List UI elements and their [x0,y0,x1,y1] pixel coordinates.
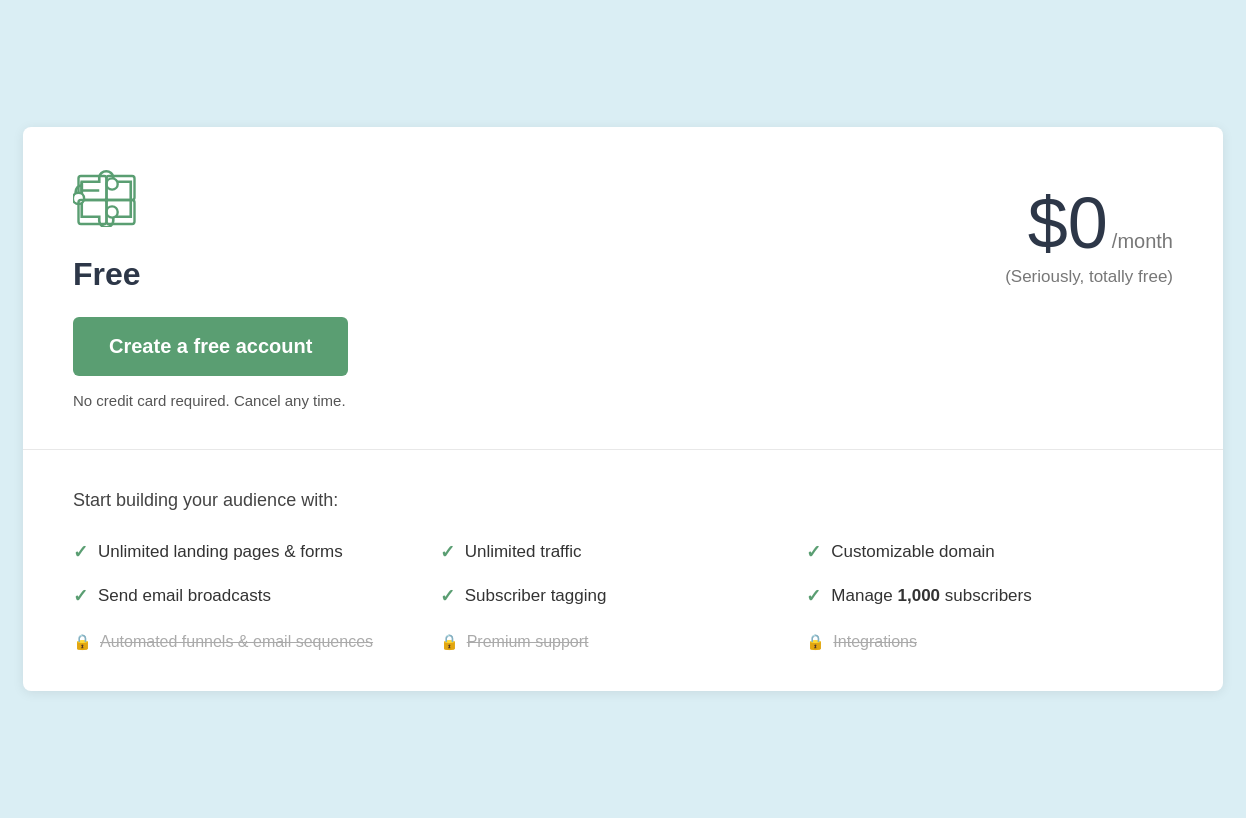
price-container: $0 /month [1005,187,1173,259]
card-top-right: $0 /month (Seriously, totally free) [1005,167,1173,287]
check-icon-1: ✓ [73,541,88,563]
no-cc-text: No credit card required. Cancel any time… [73,392,346,409]
locked-features-row: 🔒 Automated funnels & email sequences 🔒 … [73,633,1173,651]
feature-label-2: Unlimited traffic [465,542,582,562]
lock-icon-3: 🔒 [806,633,825,651]
feature-label-5: Subscriber tagging [465,586,607,606]
feature-label-4: Send email broadcasts [98,586,271,606]
locked-label-1: Automated funnels & email sequences [100,633,373,651]
lock-icon-2: 🔒 [440,633,459,651]
price-period: /month [1112,230,1173,253]
locked-label-2: Premium support [467,633,589,651]
features-row-2: ✓ Send email broadcasts ✓ Subscriber tag… [73,585,1173,607]
feature-label-6: Manage 1,000 subscribers [831,586,1031,606]
puzzle-icon-svg [73,172,148,232]
features-row-1: ✓ Unlimited landing pages & forms ✓ Unli… [73,541,1173,563]
feature-unlimited-landing-pages: ✓ Unlimited landing pages & forms [73,541,440,563]
card-bottom-section: Start building your audience with: ✓ Unl… [23,450,1223,691]
feature-customizable-domain: ✓ Customizable domain [806,541,1173,563]
feature-label-3: Customizable domain [831,542,994,562]
check-icon-2: ✓ [440,541,455,563]
feature-subscriber-tagging: ✓ Subscriber tagging [440,585,807,607]
feature-unlimited-traffic: ✓ Unlimited traffic [440,541,807,563]
check-icon-3: ✓ [806,541,821,563]
features-intro: Start building your audience with: [73,490,1173,511]
check-icon-5: ✓ [440,585,455,607]
page-wrapper: Free Create a free account No credit car… [23,127,1223,691]
card-top-section: Free Create a free account No credit car… [23,127,1223,450]
feature-label-1: Unlimited landing pages & forms [98,542,343,562]
features-grid: ✓ Unlimited landing pages & forms ✓ Unli… [73,541,1173,651]
pricing-card: Free Create a free account No credit car… [23,127,1223,691]
locked-integrations: 🔒 Integrations [806,633,1173,651]
check-icon-6: ✓ [806,585,821,607]
feature-email-broadcasts: ✓ Send email broadcasts [73,585,440,607]
locked-premium-support: 🔒 Premium support [440,633,807,651]
locked-funnels: 🔒 Automated funnels & email sequences [73,633,440,651]
create-account-button[interactable]: Create a free account [73,317,348,376]
lock-icon-1: 🔒 [73,633,92,651]
feature-manage-subscribers: ✓ Manage 1,000 subscribers [806,585,1173,607]
locked-label-3: Integrations [833,633,917,651]
check-icon-4: ✓ [73,585,88,607]
price-note: (Seriously, totally free) [1005,267,1173,287]
plan-name: Free [73,256,141,293]
card-top-left: Free Create a free account No credit car… [73,167,348,409]
price-amount: $0 [1028,187,1108,259]
